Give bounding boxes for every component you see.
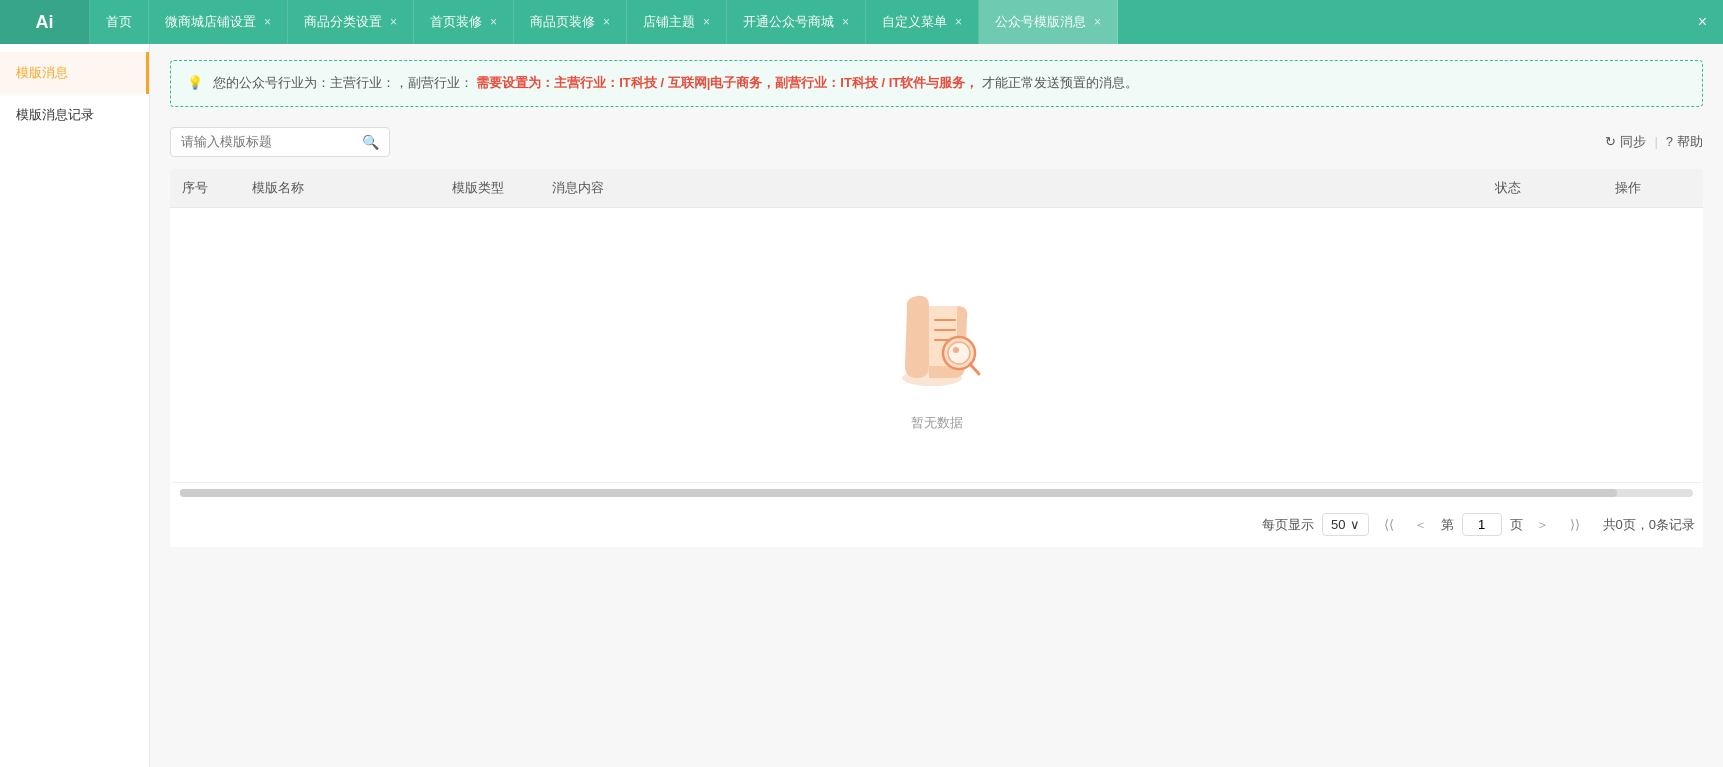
notice-suffix: 才能正常发送预置的消息。: [982, 75, 1138, 90]
data-table: 序号 模版名称 模版类型 消息内容 状态 操作: [170, 169, 1703, 483]
close-tab-custom-menu[interactable]: ×: [955, 15, 962, 29]
total-info: 共0页，0条记录: [1603, 516, 1695, 534]
col-header-seq: 序号: [170, 169, 240, 208]
scroll-bar-thumb[interactable]: [180, 489, 1617, 497]
search-box[interactable]: 🔍: [170, 127, 390, 157]
notice-prefix: 您的公众号行业为：主营行业：，副营行业：: [213, 75, 473, 90]
first-page-button[interactable]: ⟨⟨: [1377, 513, 1401, 537]
table-header-row: 序号 模版名称 模版类型 消息内容 状态 操作: [170, 169, 1703, 208]
table-body: 暂无数据: [170, 207, 1703, 482]
svg-line-6: [970, 364, 979, 374]
per-page-value: 50: [1331, 517, 1345, 532]
tab-shop-theme[interactable]: 店铺主题 ×: [627, 0, 727, 44]
pagination: 每页显示 50 ∨ ⟨⟨ ＜ 第 页 ＞ ⟩⟩ 共0页，0条记录: [170, 503, 1703, 547]
scroll-bar-row: [170, 483, 1703, 503]
close-tab-product-decor[interactable]: ×: [603, 15, 610, 29]
page-label-prefix: 第: [1441, 516, 1454, 534]
sidebar-item-template-msg-record[interactable]: 模版消息记录: [0, 94, 149, 136]
help-button[interactable]: ? 帮助: [1666, 133, 1703, 151]
scroll-bar-track[interactable]: [180, 489, 1693, 497]
sidebar: 模版消息 模版消息记录: [0, 44, 150, 767]
tab-open-shop[interactable]: 开通公众号商城 ×: [727, 0, 866, 44]
notice-icon: 💡: [187, 75, 203, 90]
col-header-action: 操作: [1603, 169, 1703, 208]
close-tab-open-shop[interactable]: ×: [842, 15, 849, 29]
svg-point-7: [953, 347, 959, 353]
empty-state: 暂无数据: [182, 218, 1691, 472]
col-header-name: 模版名称: [240, 169, 440, 208]
last-page-button[interactable]: ⟩⟩: [1563, 513, 1587, 537]
refresh-icon: ↻: [1605, 134, 1616, 149]
col-header-content: 消息内容: [540, 169, 1483, 208]
svg-point-5: [948, 342, 970, 364]
empty-state-cell: 暂无数据: [170, 207, 1703, 482]
close-all-button[interactable]: ×: [1682, 13, 1723, 31]
help-icon: ?: [1666, 134, 1673, 149]
tab-home[interactable]: 首页: [90, 0, 149, 44]
close-tab-template-msg[interactable]: ×: [1094, 15, 1101, 29]
search-icon[interactable]: 🔍: [362, 134, 379, 150]
page-number-input[interactable]: [1462, 513, 1502, 536]
col-header-type: 模版类型: [440, 169, 540, 208]
notice-highlight: 需要设置为：主营行业：IT科技 / 互联网|电子商务，副营行业：IT科技 / I…: [476, 75, 978, 90]
search-input[interactable]: [181, 134, 362, 149]
sidebar-item-template-msg[interactable]: 模版消息: [0, 52, 149, 94]
sync-button[interactable]: ↻ 同步: [1605, 133, 1646, 151]
tab-product-category[interactable]: 商品分类设置 ×: [288, 0, 414, 44]
page-label-suffix: 页: [1510, 516, 1523, 534]
per-page-label: 每页显示: [1262, 516, 1314, 534]
close-tab-wechat-shop[interactable]: ×: [264, 15, 271, 29]
tab-wechat-shop[interactable]: 微商城店铺设置 ×: [149, 0, 288, 44]
main-layout: 模版消息 模版消息记录 💡 您的公众号行业为：主营行业：，副营行业： 需要设置为…: [0, 44, 1723, 767]
toolbar-divider: |: [1654, 134, 1657, 149]
prev-page-button[interactable]: ＜: [1409, 513, 1433, 537]
tab-product-decor[interactable]: 商品页装修 ×: [514, 0, 627, 44]
per-page-select[interactable]: 50 ∨: [1322, 513, 1368, 536]
notice-box: 💡 您的公众号行业为：主营行业：，副营行业： 需要设置为：主营行业：IT科技 /…: [170, 60, 1703, 107]
tab-homepage-decor[interactable]: 首页装修 ×: [414, 0, 514, 44]
close-tab-homepage-decor[interactable]: ×: [490, 15, 497, 29]
empty-state-row: 暂无数据: [170, 207, 1703, 482]
top-nav: Ai 首页 微商城店铺设置 × 商品分类设置 × 首页装修 × 商品页装修 × …: [0, 0, 1723, 44]
main-content: 💡 您的公众号行业为：主营行业：，副营行业： 需要设置为：主营行业：IT科技 /…: [150, 44, 1723, 767]
tab-custom-menu[interactable]: 自定义菜单 ×: [866, 0, 979, 44]
empty-text: 暂无数据: [911, 414, 963, 432]
logo: Ai: [0, 0, 90, 44]
close-tab-shop-theme[interactable]: ×: [703, 15, 710, 29]
toolbar: 🔍 ↻ 同步 | ? 帮助: [170, 127, 1703, 157]
col-header-status: 状态: [1483, 169, 1603, 208]
chevron-down-icon: ∨: [1350, 517, 1360, 532]
tab-template-msg[interactable]: 公众号模版消息 ×: [979, 0, 1118, 44]
next-page-button[interactable]: ＞: [1531, 513, 1555, 537]
toolbar-right: ↻ 同步 | ? 帮助: [1605, 133, 1703, 151]
empty-state-icon: [877, 278, 997, 398]
close-tab-product-category[interactable]: ×: [390, 15, 397, 29]
